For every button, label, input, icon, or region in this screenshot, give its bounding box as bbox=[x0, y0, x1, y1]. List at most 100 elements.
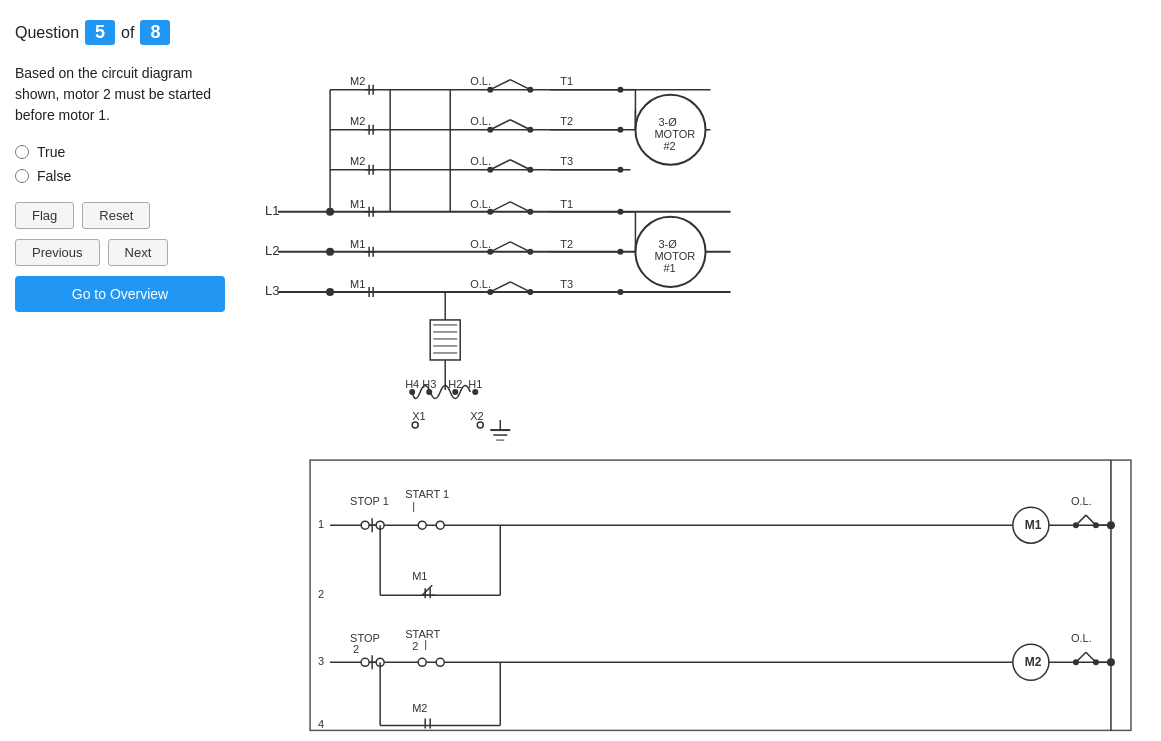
svg-text:#1: #1 bbox=[663, 262, 675, 274]
svg-text:M1: M1 bbox=[350, 238, 365, 250]
svg-text:L2: L2 bbox=[265, 243, 279, 258]
svg-text:O.L.: O.L. bbox=[470, 278, 491, 290]
svg-point-115 bbox=[472, 389, 478, 395]
svg-text:M2: M2 bbox=[350, 155, 365, 167]
svg-text:O.L.: O.L. bbox=[1071, 495, 1092, 507]
radio-true[interactable] bbox=[15, 145, 29, 159]
svg-text:START: START bbox=[405, 628, 440, 640]
svg-point-188 bbox=[326, 288, 334, 296]
svg-point-55 bbox=[617, 167, 623, 173]
svg-text:1: 1 bbox=[318, 518, 324, 530]
svg-text:T1: T1 bbox=[560, 75, 573, 87]
svg-point-142 bbox=[1073, 522, 1079, 528]
svg-point-31 bbox=[487, 127, 493, 133]
svg-point-80 bbox=[617, 249, 623, 255]
svg-text:X1: X1 bbox=[412, 410, 425, 422]
svg-point-19 bbox=[527, 87, 533, 93]
svg-point-32 bbox=[527, 127, 533, 133]
svg-text:M1: M1 bbox=[350, 198, 365, 210]
svg-text:2: 2 bbox=[353, 643, 359, 655]
svg-point-167 bbox=[418, 658, 426, 666]
svg-point-174 bbox=[1073, 659, 1079, 665]
question-text: Based on the circuit diagram shown, moto… bbox=[15, 63, 225, 126]
circuit-svg: L1 L2 L3 M2 O.L. bbox=[250, 20, 1151, 740]
svg-text:3-Ø: 3-Ø bbox=[658, 238, 677, 250]
svg-text:O.L.: O.L. bbox=[470, 75, 491, 87]
svg-text:H2: H2 bbox=[448, 378, 462, 390]
svg-point-187 bbox=[326, 248, 334, 256]
svg-point-77 bbox=[527, 249, 533, 255]
svg-text:M1: M1 bbox=[350, 278, 365, 290]
option-false[interactable]: False bbox=[15, 168, 225, 184]
previous-button[interactable]: Previous bbox=[15, 239, 100, 266]
svg-text:2: 2 bbox=[412, 640, 418, 652]
left-panel: Question 5 of 8 Based on the circuit dia… bbox=[0, 10, 240, 741]
svg-text:O.L.: O.L. bbox=[1071, 632, 1092, 644]
svg-point-96 bbox=[617, 289, 623, 295]
nav-row: Previous Next bbox=[15, 239, 225, 266]
svg-text:L1: L1 bbox=[265, 203, 279, 218]
svg-text:M1: M1 bbox=[412, 570, 427, 582]
svg-point-35 bbox=[617, 127, 623, 133]
reset-button[interactable]: Reset bbox=[82, 202, 150, 229]
svg-point-134 bbox=[418, 521, 426, 529]
svg-rect-100 bbox=[430, 320, 460, 360]
svg-text:M2: M2 bbox=[1025, 655, 1042, 669]
svg-point-65 bbox=[527, 209, 533, 215]
svg-text:X2: X2 bbox=[470, 410, 483, 422]
svg-point-93 bbox=[527, 289, 533, 295]
svg-point-186 bbox=[326, 208, 334, 216]
svg-text:O.L.: O.L. bbox=[470, 198, 491, 210]
overview-button[interactable]: Go to Overview bbox=[15, 276, 225, 312]
svg-point-160 bbox=[361, 658, 369, 666]
svg-point-119 bbox=[477, 422, 483, 428]
svg-text:T3: T3 bbox=[560, 278, 573, 290]
svg-text:M2: M2 bbox=[350, 115, 365, 127]
svg-point-51 bbox=[487, 167, 493, 173]
svg-point-52 bbox=[527, 167, 533, 173]
svg-point-76 bbox=[487, 249, 493, 255]
option-true[interactable]: True bbox=[15, 144, 225, 160]
svg-point-18 bbox=[487, 87, 493, 93]
svg-text:M2: M2 bbox=[350, 75, 365, 87]
question-label: Question bbox=[15, 24, 79, 42]
svg-text:O.L.: O.L. bbox=[470, 238, 491, 250]
svg-point-128 bbox=[361, 521, 369, 529]
svg-text:O.L.: O.L. bbox=[470, 155, 491, 167]
svg-text:2: 2 bbox=[318, 588, 324, 600]
question-number: 5 bbox=[85, 20, 115, 45]
svg-text:T1: T1 bbox=[560, 198, 573, 210]
radio-false[interactable] bbox=[15, 169, 29, 183]
svg-text:M2: M2 bbox=[412, 702, 427, 714]
svg-text:START 1: START 1 bbox=[405, 488, 449, 500]
svg-text:H4: H4 bbox=[405, 378, 419, 390]
svg-text:|: | bbox=[412, 500, 415, 512]
label-true[interactable]: True bbox=[37, 144, 65, 160]
svg-text:T2: T2 bbox=[560, 238, 573, 250]
question-header: Question 5 of 8 bbox=[15, 20, 225, 45]
svg-point-92 bbox=[487, 289, 493, 295]
svg-text:M1: M1 bbox=[1025, 518, 1042, 532]
svg-point-117 bbox=[412, 422, 418, 428]
svg-text:3: 3 bbox=[318, 655, 324, 667]
svg-text:#2: #2 bbox=[663, 140, 675, 152]
next-button[interactable]: Next bbox=[108, 239, 169, 266]
of-label: of bbox=[121, 24, 134, 42]
svg-text:MOTOR: MOTOR bbox=[654, 250, 695, 262]
svg-text:T2: T2 bbox=[560, 115, 573, 127]
flag-button[interactable]: Flag bbox=[15, 202, 74, 229]
svg-text:L3: L3 bbox=[265, 283, 279, 298]
svg-text:H1: H1 bbox=[468, 378, 482, 390]
svg-text:3-Ø: 3-Ø bbox=[658, 116, 677, 128]
circuit-diagram: L1 L2 L3 M2 O.L. bbox=[240, 10, 1161, 741]
svg-text:4: 4 bbox=[318, 718, 324, 730]
svg-text:T3: T3 bbox=[560, 155, 573, 167]
total-number: 8 bbox=[140, 20, 170, 45]
label-false[interactable]: False bbox=[37, 168, 71, 184]
svg-point-64 bbox=[487, 209, 493, 215]
svg-point-113 bbox=[452, 389, 458, 395]
svg-point-135 bbox=[436, 521, 444, 529]
svg-text:O.L.: O.L. bbox=[470, 115, 491, 127]
svg-text:|: | bbox=[424, 638, 427, 650]
options-group: True False bbox=[15, 144, 225, 184]
